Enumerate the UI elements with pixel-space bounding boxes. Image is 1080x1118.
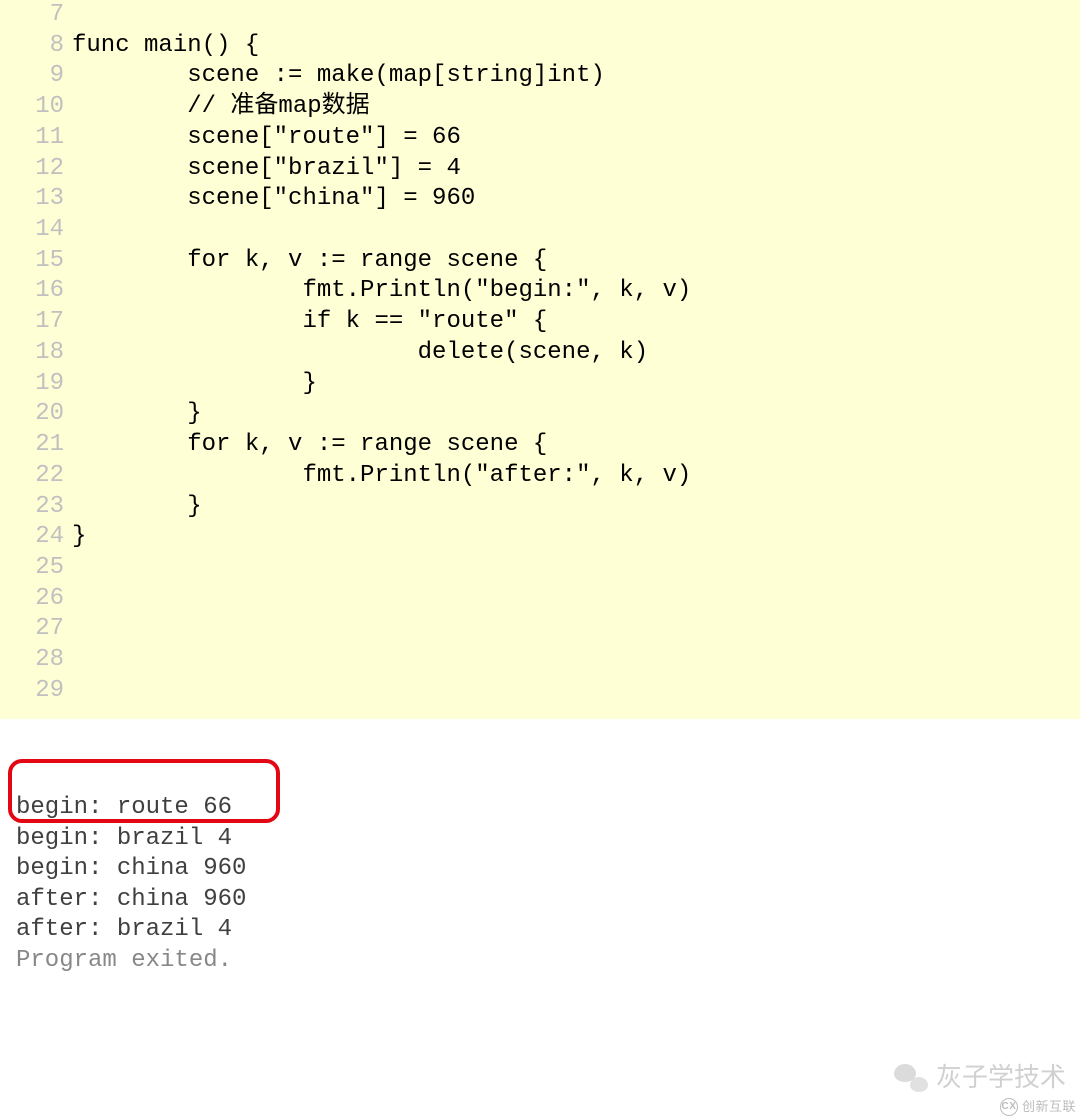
line-number: 28 [0,645,72,676]
code-line[interactable]: 13 scene["china"] = 960 [0,184,1080,215]
bottom-watermark-text: 创新互联 [1022,1099,1076,1116]
program-output: begin: route 66begin: brazil 4begin: chi… [0,719,1080,1118]
line-number: 18 [0,338,72,369]
line-number: 26 [0,584,72,615]
line-number: 16 [0,276,72,307]
code-line[interactable]: 14 [0,215,1080,246]
code-line[interactable]: 15 for k, v := range scene { [0,246,1080,277]
output-line: begin: route 66 [16,793,1064,823]
code-line[interactable]: 22 fmt.Println("after:", k, v) [0,461,1080,492]
code-text[interactable] [72,584,1080,615]
watermark-wechat: 灰子学技术 [894,1061,1066,1094]
line-number: 14 [0,215,72,246]
code-line[interactable]: 12 scene["brazil"] = 4 [0,154,1080,185]
code-line[interactable]: 20 } [0,399,1080,430]
code-line[interactable]: 17 if k == "route" { [0,307,1080,338]
line-number: 9 [0,61,72,92]
code-text[interactable]: scene["china"] = 960 [72,184,1080,215]
code-line[interactable]: 23 } [0,492,1080,523]
code-text[interactable]: scene["route"] = 66 [72,123,1080,154]
line-number: 8 [0,31,72,62]
output-line: Program exited. [16,946,1064,976]
line-number: 7 [0,0,72,31]
code-text[interactable] [72,676,1080,707]
code-line[interactable]: 7 [0,0,1080,31]
line-number: 23 [0,492,72,523]
code-text[interactable] [72,553,1080,584]
line-number: 15 [0,246,72,277]
line-number: 25 [0,553,72,584]
line-number: 20 [0,399,72,430]
line-number: 22 [0,461,72,492]
code-line[interactable]: 27 [0,614,1080,645]
code-text[interactable] [72,645,1080,676]
code-text[interactable]: } [72,369,1080,400]
code-text[interactable]: // 准备map数据 [72,92,1080,123]
wechat-icon [894,1064,928,1092]
code-text[interactable]: for k, v := range scene { [72,246,1080,277]
code-text[interactable]: } [72,492,1080,523]
watermark-bottom: CX 创新互联 [1000,1098,1076,1116]
line-number: 24 [0,522,72,553]
code-text[interactable]: } [72,522,1080,553]
line-number: 27 [0,614,72,645]
code-text[interactable] [72,0,1080,31]
code-line[interactable]: 21 for k, v := range scene { [0,430,1080,461]
code-text[interactable]: for k, v := range scene { [72,430,1080,461]
line-number: 17 [0,307,72,338]
line-number: 21 [0,430,72,461]
code-text[interactable] [72,614,1080,645]
code-text[interactable]: scene := make(map[string]int) [72,61,1080,92]
code-line[interactable]: 8func main() { [0,31,1080,62]
output-line: begin: china 960 [16,854,1064,884]
code-line[interactable]: 9 scene := make(map[string]int) [0,61,1080,92]
line-number: 12 [0,154,72,185]
code-text[interactable]: scene["brazil"] = 4 [72,154,1080,185]
line-number: 29 [0,676,72,707]
code-line[interactable]: 29 [0,676,1080,707]
line-number: 10 [0,92,72,123]
code-line[interactable]: 19 } [0,369,1080,400]
code-text[interactable]: fmt.Println("after:", k, v) [72,461,1080,492]
code-line[interactable]: 11 scene["route"] = 66 [0,123,1080,154]
output-line: after: china 960 [16,885,1064,915]
line-number: 19 [0,369,72,400]
watermark-text: 灰子学技术 [936,1061,1066,1094]
code-text[interactable]: } [72,399,1080,430]
code-text[interactable]: delete(scene, k) [72,338,1080,369]
code-line[interactable]: 24} [0,522,1080,553]
line-number: 13 [0,184,72,215]
code-line[interactable]: 18 delete(scene, k) [0,338,1080,369]
output-line: after: brazil 4 [16,915,1064,945]
output-line: begin: brazil 4 [16,824,1064,854]
code-line[interactable]: 28 [0,645,1080,676]
line-number: 11 [0,123,72,154]
code-text[interactable]: if k == "route" { [72,307,1080,338]
code-line[interactable]: 25 [0,553,1080,584]
code-line[interactable]: 26 [0,584,1080,615]
cx-logo-icon: CX [1000,1098,1018,1116]
code-text[interactable] [72,215,1080,246]
code-line[interactable]: 16 fmt.Println("begin:", k, v) [0,276,1080,307]
code-text[interactable]: fmt.Println("begin:", k, v) [72,276,1080,307]
code-editor[interactable]: 78func main() {9 scene := make(map[strin… [0,0,1080,719]
code-line[interactable]: 10 // 准备map数据 [0,92,1080,123]
code-text[interactable]: func main() { [72,31,1080,62]
